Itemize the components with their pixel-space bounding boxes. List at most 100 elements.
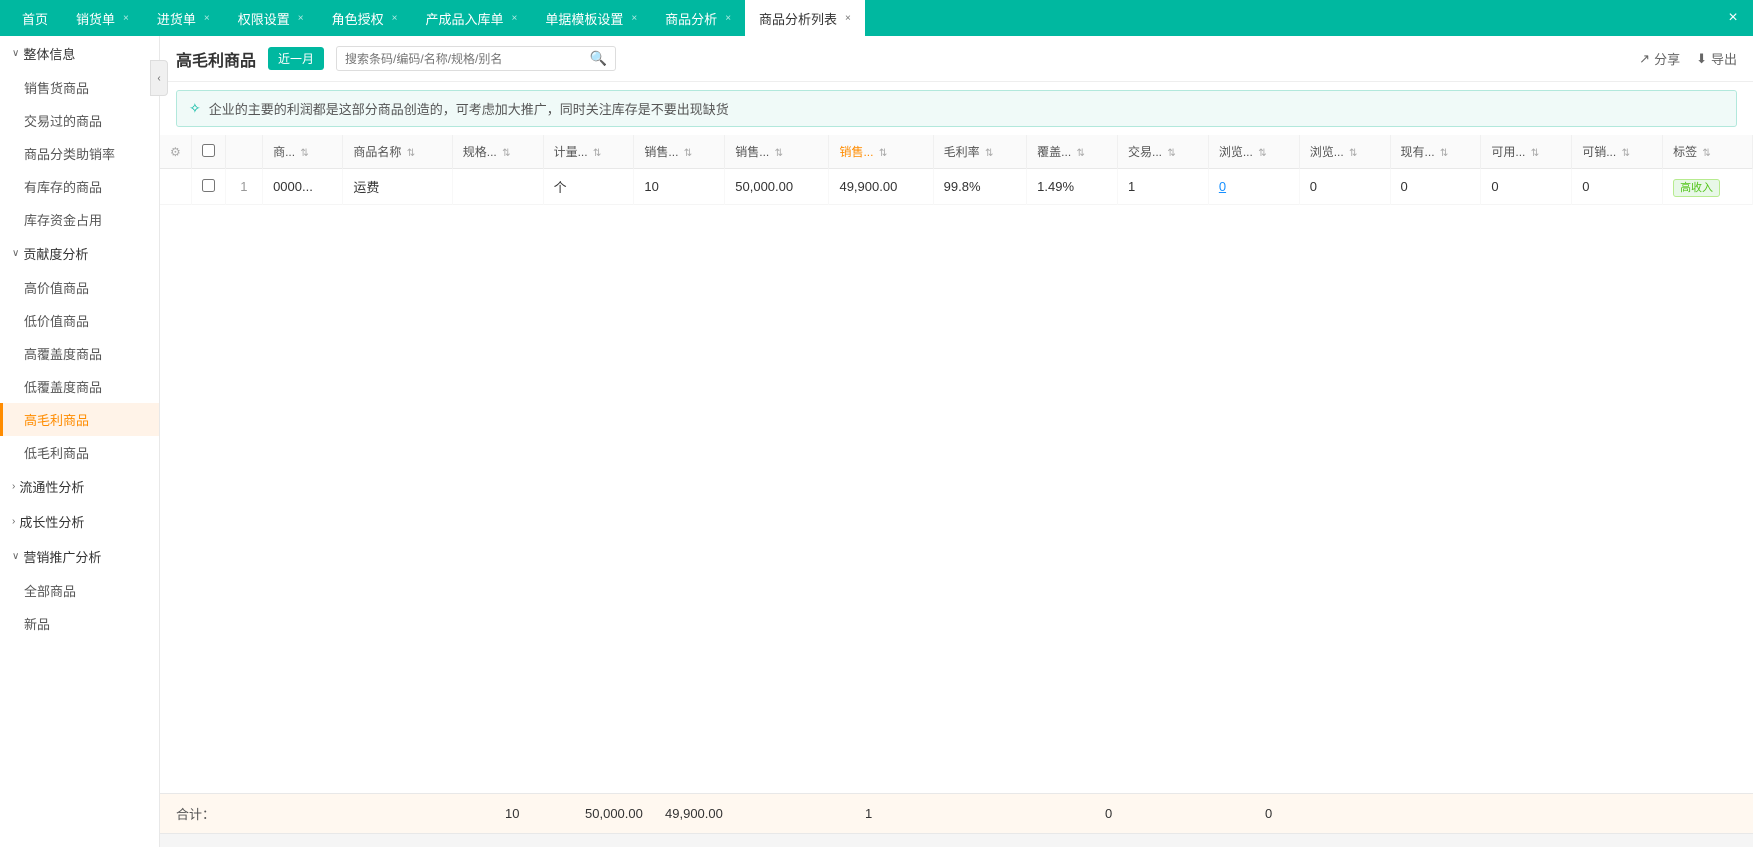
info-icon: ✧ — [189, 100, 201, 117]
footer-spacer3 — [935, 806, 1095, 821]
th-coverage[interactable]: 覆盖... ⇅ — [1027, 135, 1118, 169]
th-sales-qty[interactable]: 销售... ⇅ — [634, 135, 725, 169]
time-filter-btn[interactable]: 近一月 — [268, 47, 324, 70]
sidebar-group-整体信息[interactable]: ∨整体信息 — [0, 36, 159, 71]
sidebar-item-库存资金占用[interactable]: 库存资金占用 — [0, 203, 159, 236]
footer-label: 合计： — [176, 804, 215, 823]
nav-item-权限设置[interactable]: 权限设置× — [224, 0, 318, 36]
th-checkbox[interactable] — [191, 135, 225, 169]
th-sellable[interactable]: 可销... ⇅ — [1572, 135, 1663, 169]
sidebar-item-高毛利商品[interactable]: 高毛利商品 — [0, 403, 159, 436]
th-goods-code[interactable]: 商... ⇅ — [263, 135, 343, 169]
sidebar-group-营销推广分析[interactable]: ∨营销推广分析 — [0, 539, 159, 574]
export-label: 导出 — [1711, 49, 1737, 68]
goods-code: 0000... — [263, 169, 343, 205]
search-input[interactable] — [345, 52, 584, 66]
sidebar-item-高价值商品[interactable]: 高价值商品 — [0, 271, 159, 304]
nav-item-角色授权[interactable]: 角色授权× — [318, 0, 412, 36]
current-stock: 0 — [1390, 169, 1481, 205]
th-spec[interactable]: 规格... ⇅ — [452, 135, 543, 169]
share-icon: ↗ — [1639, 51, 1650, 67]
th-sales-amount[interactable]: 销售... ⇅ — [725, 135, 829, 169]
goods-name: 运费 — [343, 169, 452, 205]
tag-badge: 高收入 — [1673, 179, 1720, 197]
sales-amount: 50,000.00 — [725, 169, 829, 205]
arrow-icon: › — [12, 481, 15, 492]
sales-profit: 49,900.00 — [829, 169, 933, 205]
footer-sales-profit: 49,900.00 — [655, 806, 735, 821]
sidebar-item-有库存的商品[interactable]: 有库存的商品 — [0, 170, 159, 203]
th-browse2[interactable]: 浏览... ⇅ — [1299, 135, 1390, 169]
th-current-stock[interactable]: 现有... ⇅ — [1390, 135, 1481, 169]
coverage: 1.49% — [1027, 169, 1118, 205]
top-nav: 首页销货单×进货单×权限设置×角色授权×产成品入库单×单据模板设置×商品分析×商… — [0, 0, 1753, 36]
sidebar-collapse-btn[interactable]: ‹ — [150, 60, 168, 96]
arrow-icon: › — [12, 516, 15, 527]
nav-item-销货单[interactable]: 销货单× — [62, 0, 143, 36]
sidebar-group-成长性分析[interactable]: ›成长性分析 — [0, 504, 159, 539]
nav-item-产成品入库单[interactable]: 产成品入库单× — [411, 0, 531, 36]
sidebar-item-全部商品[interactable]: 全部商品 — [0, 574, 159, 607]
th-goods-name[interactable]: 商品名称 ⇅ — [343, 135, 452, 169]
sidebar-item-商品分类助销率[interactable]: 商品分类助销率 — [0, 137, 159, 170]
arrow-icon: ∨ — [12, 248, 19, 259]
sidebar-item-销售货商品[interactable]: 销售货商品 — [0, 71, 159, 104]
nav-close-icon[interactable]: × — [511, 13, 517, 24]
page-title: 高毛利商品 — [176, 47, 256, 71]
th-available[interactable]: 可用... ⇅ — [1481, 135, 1572, 169]
unit: 个 — [543, 169, 634, 205]
sidebar-group-贡献度分析[interactable]: ∨贡献度分析 — [0, 236, 159, 271]
nav-item-进货单[interactable]: 进货单× — [143, 0, 224, 36]
row-settings[interactable] — [160, 169, 191, 205]
th-transactions[interactable]: 交易... ⇅ — [1118, 135, 1209, 169]
gross-margin: 99.8% — [933, 169, 1026, 205]
nav-close-icon[interactable]: × — [392, 13, 398, 24]
search-icon[interactable]: 🔍 — [590, 50, 607, 67]
bottom-scrollbar[interactable] — [160, 833, 1753, 847]
nav-close-icon[interactable]: × — [204, 13, 210, 24]
sidebar-group-流通性分析[interactable]: ›流通性分析 — [0, 469, 159, 504]
header-actions: ↗ 分享 ⬇ 导出 — [1639, 49, 1737, 68]
export-btn[interactable]: ⬇ 导出 — [1696, 49, 1737, 68]
browse1-link[interactable]: 0 — [1219, 179, 1226, 194]
row-checkbox[interactable] — [202, 179, 215, 192]
sidebar-item-交易过的商品[interactable]: 交易过的商品 — [0, 104, 159, 137]
info-text: 企业的主要的利润都是这部分商品创造的，可考虑加大推广，同时关注库存是不要出现缺货 — [209, 99, 729, 118]
tag-cell: 高收入 — [1663, 169, 1753, 205]
select-all-checkbox[interactable] — [202, 144, 215, 157]
close-window-btn[interactable]: × — [1721, 6, 1745, 30]
th-tag[interactable]: 标签 ⇅ — [1663, 135, 1753, 169]
footer-spacer1 — [235, 806, 495, 821]
th-sales-profit[interactable]: 销售... ⇅ — [829, 135, 933, 169]
nav-close-icon[interactable]: × — [845, 13, 851, 24]
share-btn[interactable]: ↗ 分享 — [1639, 49, 1680, 68]
nav-item-单据模板设置[interactable]: 单据模板设置× — [531, 0, 651, 36]
th-gross-margin[interactable]: 毛利率 ⇅ — [933, 135, 1026, 169]
browse1[interactable]: 0 — [1208, 169, 1299, 205]
footer-values: 10 50,000.00 49,900.00 1 0 0 — [235, 806, 1737, 821]
footer-spacer4 — [1175, 806, 1255, 821]
table-row: 1 0000... 运费 个 10 50,000.00 49,900.00 99… — [160, 169, 1753, 205]
transactions: 1 — [1118, 169, 1209, 205]
nav-item-首页[interactable]: 首页 — [8, 0, 62, 36]
th-settings[interactable]: ⚙ — [160, 135, 191, 169]
nav-close-icon[interactable]: × — [123, 13, 129, 24]
sidebar-item-低毛利商品[interactable]: 低毛利商品 — [0, 436, 159, 469]
browse2: 0 — [1299, 169, 1390, 205]
sidebar-item-高覆盖度商品[interactable]: 高覆盖度商品 — [0, 337, 159, 370]
sidebar-item-低覆盖度商品[interactable]: 低覆盖度商品 — [0, 370, 159, 403]
th-browse1[interactable]: 浏览... ⇅ — [1208, 135, 1299, 169]
nav-close-icon[interactable]: × — [725, 13, 731, 24]
th-unit[interactable]: 计量... ⇅ — [543, 135, 634, 169]
sidebar-item-新品[interactable]: 新品 — [0, 607, 159, 640]
nav-close-icon[interactable]: × — [631, 13, 637, 24]
row-checkbox-cell[interactable] — [191, 169, 225, 205]
footer-current-stock: 0 — [1095, 806, 1175, 821]
table-container[interactable]: ⚙ 商... ⇅ 商品名称 ⇅ 规格... ⇅ 计量... ⇅ 销售... ⇅ … — [160, 135, 1753, 793]
nav-item-商品分析列表[interactable]: 商品分析列表× — [745, 0, 865, 36]
footer-bar: 合计： 10 50,000.00 49,900.00 1 0 0 — [160, 793, 1753, 833]
footer-transactions: 1 — [855, 806, 935, 821]
nav-item-商品分析[interactable]: 商品分析× — [651, 0, 745, 36]
sidebar-item-低价值商品[interactable]: 低价值商品 — [0, 304, 159, 337]
nav-close-icon[interactable]: × — [298, 13, 304, 24]
